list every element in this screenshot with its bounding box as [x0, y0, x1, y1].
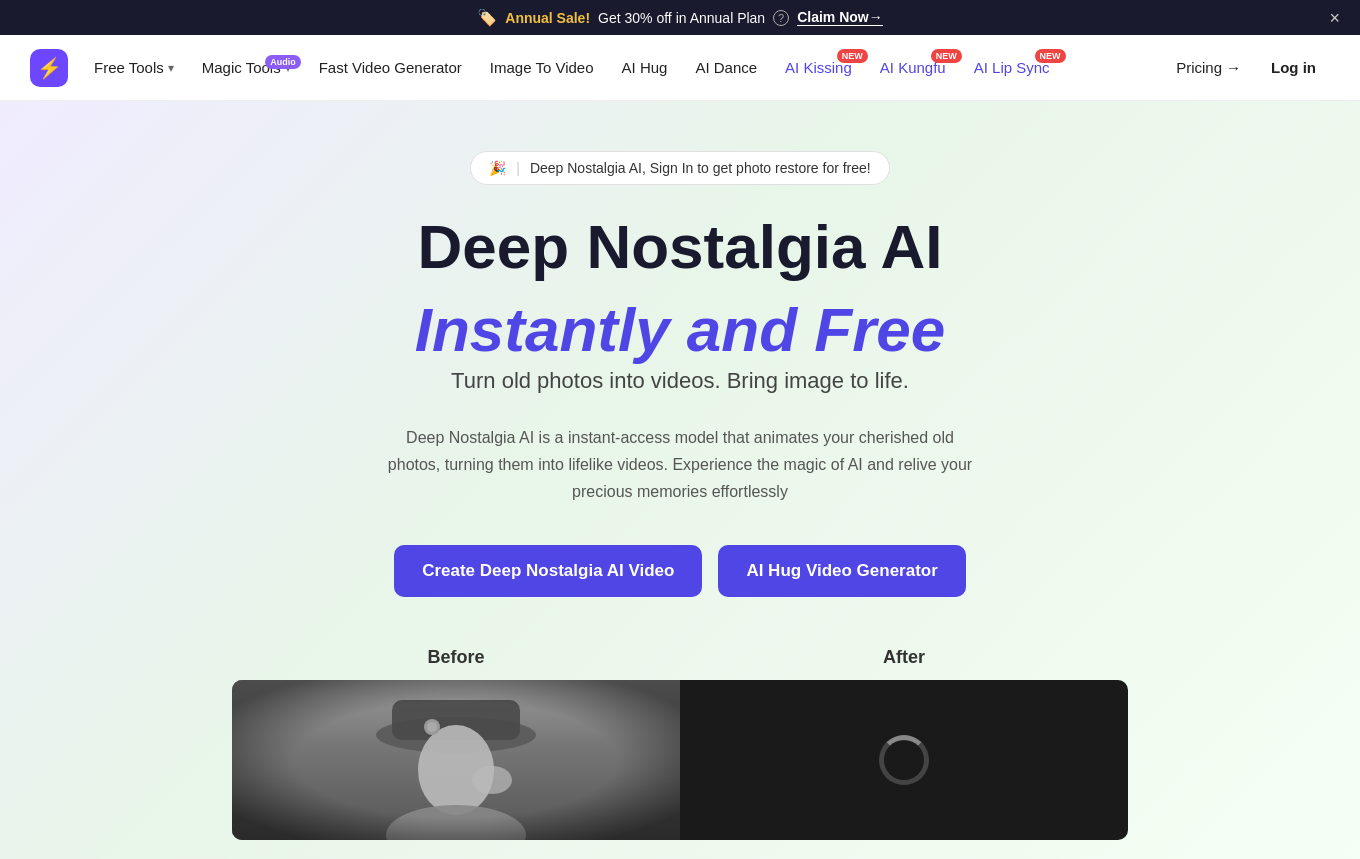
banner-description: Get 30% off in Annual Plan — [598, 10, 765, 26]
hero-title: Deep Nostalgia AI Instantly and Free — [40, 213, 1320, 368]
nav-image-to-video[interactable]: Image To Video — [478, 51, 606, 84]
before-section: Before — [232, 647, 680, 840]
promo-pill[interactable]: 🎉 | Deep Nostalgia AI, Sign In to get ph… — [470, 151, 890, 185]
tag-icon: 🏷️ — [477, 8, 497, 27]
sale-label: Annual Sale! — [505, 10, 590, 26]
vintage-photo-svg — [232, 680, 680, 840]
nav-ai-lip-sync[interactable]: AI Lip Sync NEW — [962, 51, 1062, 84]
hero-section: 🎉 | Deep Nostalgia AI, Sign In to get ph… — [0, 101, 1360, 859]
chevron-down-icon: ▾ — [168, 61, 174, 75]
help-icon[interactable]: ? — [773, 10, 789, 26]
cta-buttons: Create Deep Nostalgia AI Video AI Hug Vi… — [40, 545, 1320, 597]
ai-hug-button[interactable]: AI Hug Video Generator — [718, 545, 965, 597]
before-label: Before — [427, 647, 484, 668]
before-after-section: Before — [40, 647, 1320, 840]
top-banner: 🏷️ Annual Sale! Get 30% off in Annual Pl… — [0, 0, 1360, 35]
create-video-button[interactable]: Create Deep Nostalgia AI Video — [394, 545, 702, 597]
after-section: After — [680, 647, 1128, 840]
login-button[interactable]: Log in — [1257, 51, 1330, 84]
logo[interactable]: ⚡ — [30, 49, 68, 87]
promo-divider: | — [516, 160, 520, 176]
after-label: After — [883, 647, 925, 668]
hero-subtitle: Turn old photos into videos. Bring image… — [40, 368, 1320, 394]
logo-icon: ⚡ — [30, 49, 68, 87]
navbar: ⚡ Free Tools ▾ Magic Tools ▾ Audio Fast … — [0, 35, 1360, 101]
svg-rect-10 — [232, 680, 680, 840]
hero-description: Deep Nostalgia AI is a instant-access mo… — [380, 424, 980, 506]
nav-fast-video[interactable]: Fast Video Generator — [307, 51, 474, 84]
ai-kissing-badge: NEW — [837, 49, 868, 63]
nav-pricing[interactable]: Pricing → — [1164, 51, 1253, 84]
before-image — [232, 680, 680, 840]
loading-spinner — [879, 735, 929, 785]
nav-free-tools[interactable]: Free Tools ▾ — [82, 51, 186, 84]
close-button[interactable]: × — [1329, 7, 1340, 28]
nav-magic-tools[interactable]: Magic Tools ▾ Audio — [190, 51, 303, 84]
nav-ai-kungfu[interactable]: AI Kungfu NEW — [868, 51, 958, 84]
nav-ai-kissing[interactable]: AI Kissing NEW — [773, 51, 864, 84]
ai-lip-sync-badge: NEW — [1035, 49, 1066, 63]
ai-kungfu-badge: NEW — [931, 49, 962, 63]
claim-link[interactable]: Claim Now→ — [797, 9, 883, 26]
magic-tools-badge: Audio — [265, 55, 301, 69]
promo-text: Deep Nostalgia AI, Sign In to get photo … — [530, 160, 871, 176]
promo-emoji: 🎉 — [489, 160, 506, 176]
nav-ai-hug[interactable]: AI Hug — [610, 51, 680, 84]
after-image — [680, 680, 1128, 840]
nav-ai-dance[interactable]: AI Dance — [683, 51, 769, 84]
